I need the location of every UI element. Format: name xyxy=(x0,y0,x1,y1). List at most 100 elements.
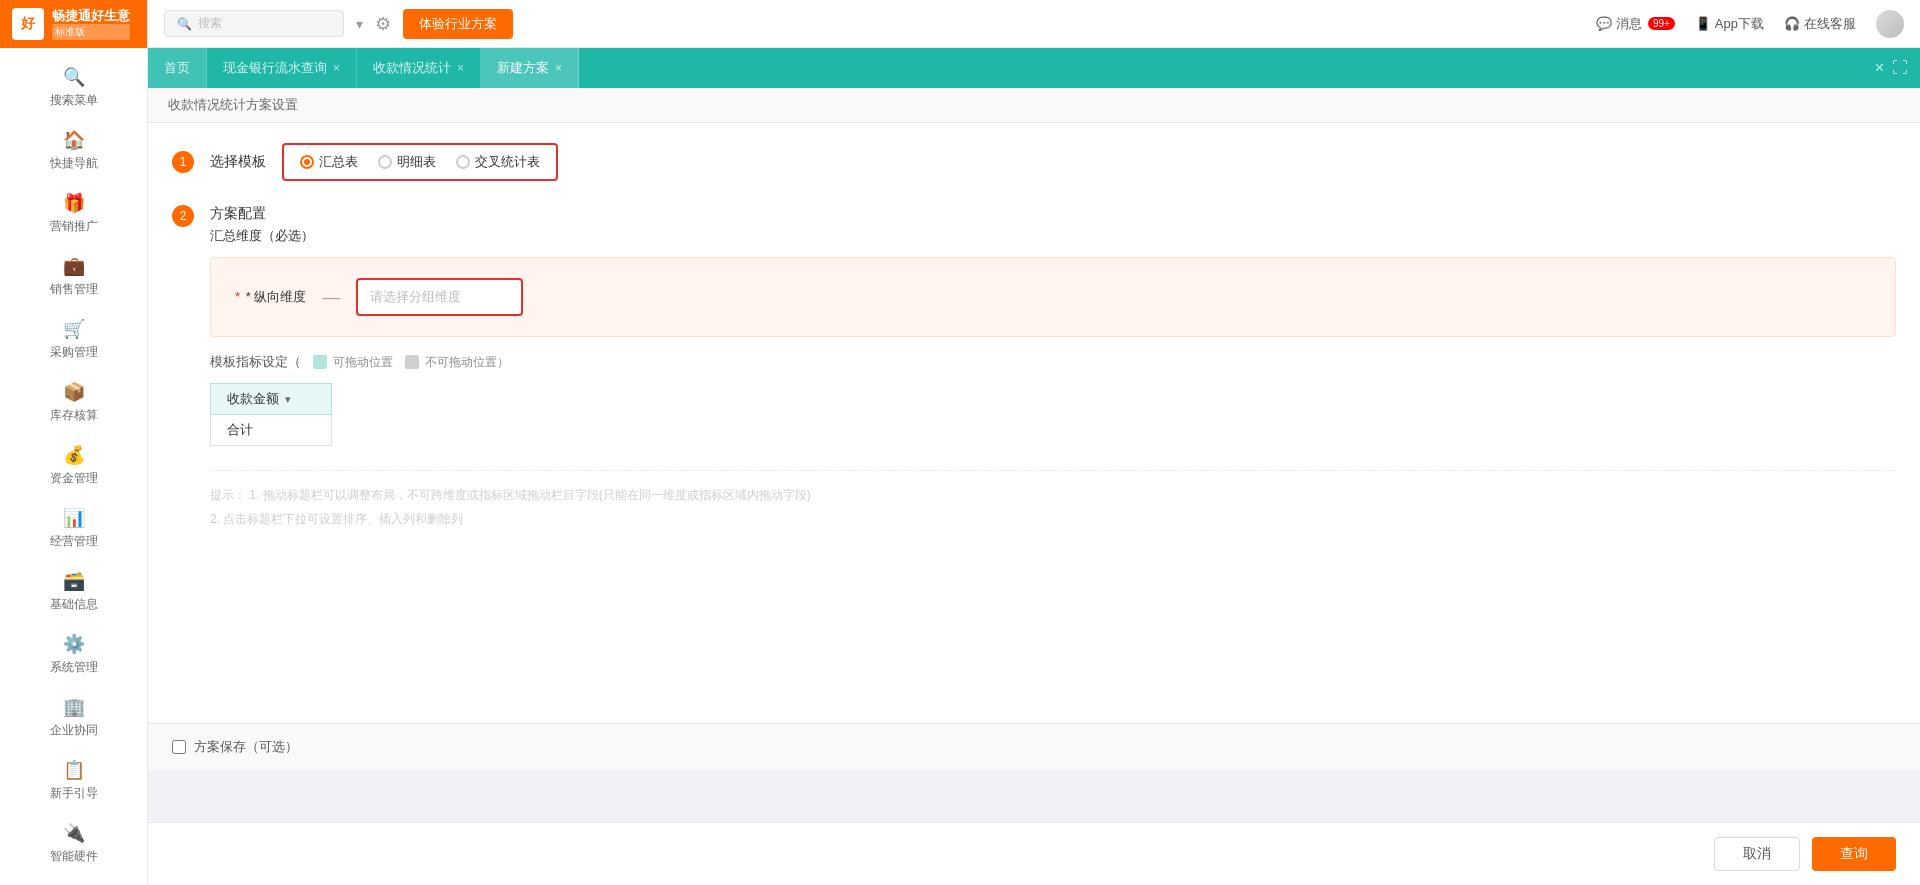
form-section: 1 选择模板 汇总表 明细表 交叉统计表 2 方案配置 汇总维度（必选） xyxy=(148,123,1920,723)
bottom-save: 方案保存（可选） xyxy=(148,723,1920,770)
sidebar-item-enterprise[interactable]: 🏢 企业协同 xyxy=(0,686,147,749)
fixed-dot xyxy=(405,355,419,369)
app-icon: 📱 xyxy=(1695,16,1711,31)
top-header: 🔍 搜索 ▾ ⚙ 体验行业方案 💬 消息 99+ 📱 App下载 🎧 在线客服 xyxy=(148,0,1920,48)
page-title: 收款情况统计方案设置 xyxy=(148,88,1920,123)
online-service-label: 在线客服 xyxy=(1804,15,1856,33)
maximize-icon[interactable]: ⛶ xyxy=(1892,59,1908,77)
basic-label: 基础信息 xyxy=(50,596,98,613)
sales-label: 销售管理 xyxy=(50,281,98,298)
enterprise-label: 企业协同 xyxy=(50,722,98,739)
minimize-icon[interactable]: × xyxy=(1875,59,1884,77)
sidebar-item-operation[interactable]: 📊经营管理 xyxy=(0,497,147,560)
tab-controls: × ⛶ xyxy=(1863,48,1920,88)
sidebar-menu: 🔍搜索菜单 🏠 快捷导航 🎁营销推广 💼 销售管理 🛒采购管理 📦 库存核算 💰资金管理📊经营管理… xyxy=(0,48,147,885)
tab-spacer xyxy=(579,48,1863,88)
avatar[interactable] xyxy=(1876,10,1904,38)
tab-collection[interactable]: 收款情况统计 × xyxy=(357,48,481,88)
main-area: 🔍 搜索 ▾ ⚙ 体验行业方案 💬 消息 99+ 📱 App下载 🎧 在线客服 xyxy=(148,0,1920,885)
settings-icon[interactable]: ⚙ xyxy=(375,13,391,35)
col-header-text: 收款金额 xyxy=(227,390,279,408)
radio-cross[interactable]: 交叉统计表 xyxy=(456,153,540,171)
sidebar-item-finance[interactable]: 💰资金管理 xyxy=(0,434,147,497)
fixed-label: 不可拖动位置） xyxy=(425,354,509,371)
indicator-col-body: 合计 xyxy=(210,415,332,446)
query-button[interactable]: 查询 xyxy=(1812,837,1896,871)
search-box[interactable]: 🔍 搜索 xyxy=(164,10,344,37)
tab-label-bank: 现金银行流水查询 xyxy=(223,59,327,77)
radio-summary[interactable]: 汇总表 xyxy=(300,153,358,171)
sidebar-item-sales[interactable]: 💼 销售管理 xyxy=(0,245,147,308)
marketing-label: 营销推广 xyxy=(50,218,98,235)
dimension-title: 汇总维度（必选） xyxy=(210,227,1896,245)
sidebar-item-search[interactable]: 🔍搜索菜单 xyxy=(0,56,147,119)
dimension-select[interactable]: 请选择分组维度 xyxy=(356,278,523,316)
logo-text-block: 畅捷通好生意 标准版 xyxy=(52,8,130,40)
purchase-icon: 🛒 xyxy=(63,318,85,340)
notification-badge: 99+ xyxy=(1648,17,1675,30)
sidebar-item-newbie[interactable]: 📋新手引导 xyxy=(0,749,147,812)
logo-icon: 好 xyxy=(12,8,44,40)
inventory-label: 库存核算 xyxy=(50,407,98,424)
sidebar-item-system[interactable]: ⚙️ 系统管理 xyxy=(0,623,147,686)
row-label-text: * 纵向维度 xyxy=(246,289,307,304)
online-service-item[interactable]: 🎧 在线客服 xyxy=(1784,15,1856,33)
radio-circle-detail xyxy=(378,155,392,169)
notification-label: 消息 xyxy=(1616,15,1642,33)
tip1: 提示： 1. 拖动标题栏可以调整布局，不可跨维度或指标区域拖动栏目字段(只能在同… xyxy=(210,483,1896,507)
trial-button[interactable]: 体验行业方案 xyxy=(403,9,513,39)
step1-label: 选择模板 xyxy=(210,153,266,171)
logo-subtitle: 标准版 xyxy=(52,24,130,40)
save-label: 方案保存（可选） xyxy=(194,738,298,756)
tab-close-bank[interactable]: × xyxy=(333,61,340,75)
save-checkbox[interactable] xyxy=(172,740,186,754)
sidebar-item-nav[interactable]: 🏠 快捷导航 xyxy=(0,119,147,182)
step1-badge: 1 xyxy=(172,151,194,173)
tab-close-new_plan[interactable]: × xyxy=(555,61,562,75)
step1-row: 1 选择模板 汇总表 明细表 交叉统计表 xyxy=(172,143,1896,181)
system-icon: ⚙️ xyxy=(63,633,85,655)
movable-dot xyxy=(313,355,327,369)
sidebar-item-wechat[interactable]: 💬企业微信 xyxy=(0,875,147,885)
header-right: 💬 消息 99+ 📱 App下载 🎧 在线客服 xyxy=(1596,10,1904,38)
nav-label: 快捷导航 xyxy=(50,155,98,172)
tab-close-collection[interactable]: × xyxy=(457,61,464,75)
enterprise-icon: 🏢 xyxy=(63,696,85,718)
sales-icon: 💼 xyxy=(63,255,85,277)
radio-label-summary: 汇总表 xyxy=(319,153,358,171)
newbie-icon: 📋 xyxy=(63,759,85,781)
dimension-area: * * 纵向维度 — 请选择分组维度 xyxy=(210,257,1896,337)
indicator-col-header[interactable]: 收款金额 ▾ xyxy=(211,384,331,414)
notification-item[interactable]: 💬 消息 99+ xyxy=(1596,15,1675,33)
tab-bank[interactable]: 现金银行流水查询 × xyxy=(207,48,357,88)
dropdown-icon[interactable]: ▾ xyxy=(356,16,363,32)
radio-detail[interactable]: 明细表 xyxy=(378,153,436,171)
tab-label-collection: 收款情况统计 xyxy=(373,59,451,77)
hint-fixed-badge: 不可拖动位置） xyxy=(405,354,509,371)
radio-label-detail: 明细表 xyxy=(397,153,436,171)
service-icon: 🎧 xyxy=(1784,16,1800,31)
step2-row: 2 方案配置 xyxy=(172,205,1896,227)
cancel-button[interactable]: 取消 xyxy=(1714,837,1800,871)
sidebar-item-inventory[interactable]: 📦 库存核算 xyxy=(0,371,147,434)
footer-buttons: 取消 查询 xyxy=(148,822,1920,885)
radio-circle-summary xyxy=(300,155,314,169)
indicators-title-text: 模板指标设定（ xyxy=(210,354,301,369)
movable-label: 可拖动位置 xyxy=(333,354,393,371)
finance-label: 资金管理 xyxy=(50,470,98,487)
row-label: * * 纵向维度 xyxy=(235,288,306,306)
sidebar-item-basic[interactable]: 🗃️基础信息 xyxy=(0,560,147,623)
operation-icon: 📊 xyxy=(63,507,85,529)
radio-circle-cross xyxy=(456,155,470,169)
tab-home[interactable]: 首页 xyxy=(148,48,207,88)
app-download-item[interactable]: 📱 App下载 xyxy=(1695,15,1764,33)
system-label: 系统管理 xyxy=(50,659,98,676)
sidebar-item-purchase[interactable]: 🛒采购管理 xyxy=(0,308,147,371)
sidebar-logo: 好 畅捷通好生意 标准版 xyxy=(0,0,147,48)
sidebar-item-smart[interactable]: 🔌智能硬件 xyxy=(0,812,147,875)
inventory-icon: 📦 xyxy=(63,381,85,403)
sidebar-item-marketing[interactable]: 🎁营销推广 xyxy=(0,182,147,245)
tab-new_plan[interactable]: 新建方案 × xyxy=(481,48,579,88)
nav-icon: 🏠 xyxy=(63,129,85,151)
smart-icon: 🔌 xyxy=(63,822,85,844)
